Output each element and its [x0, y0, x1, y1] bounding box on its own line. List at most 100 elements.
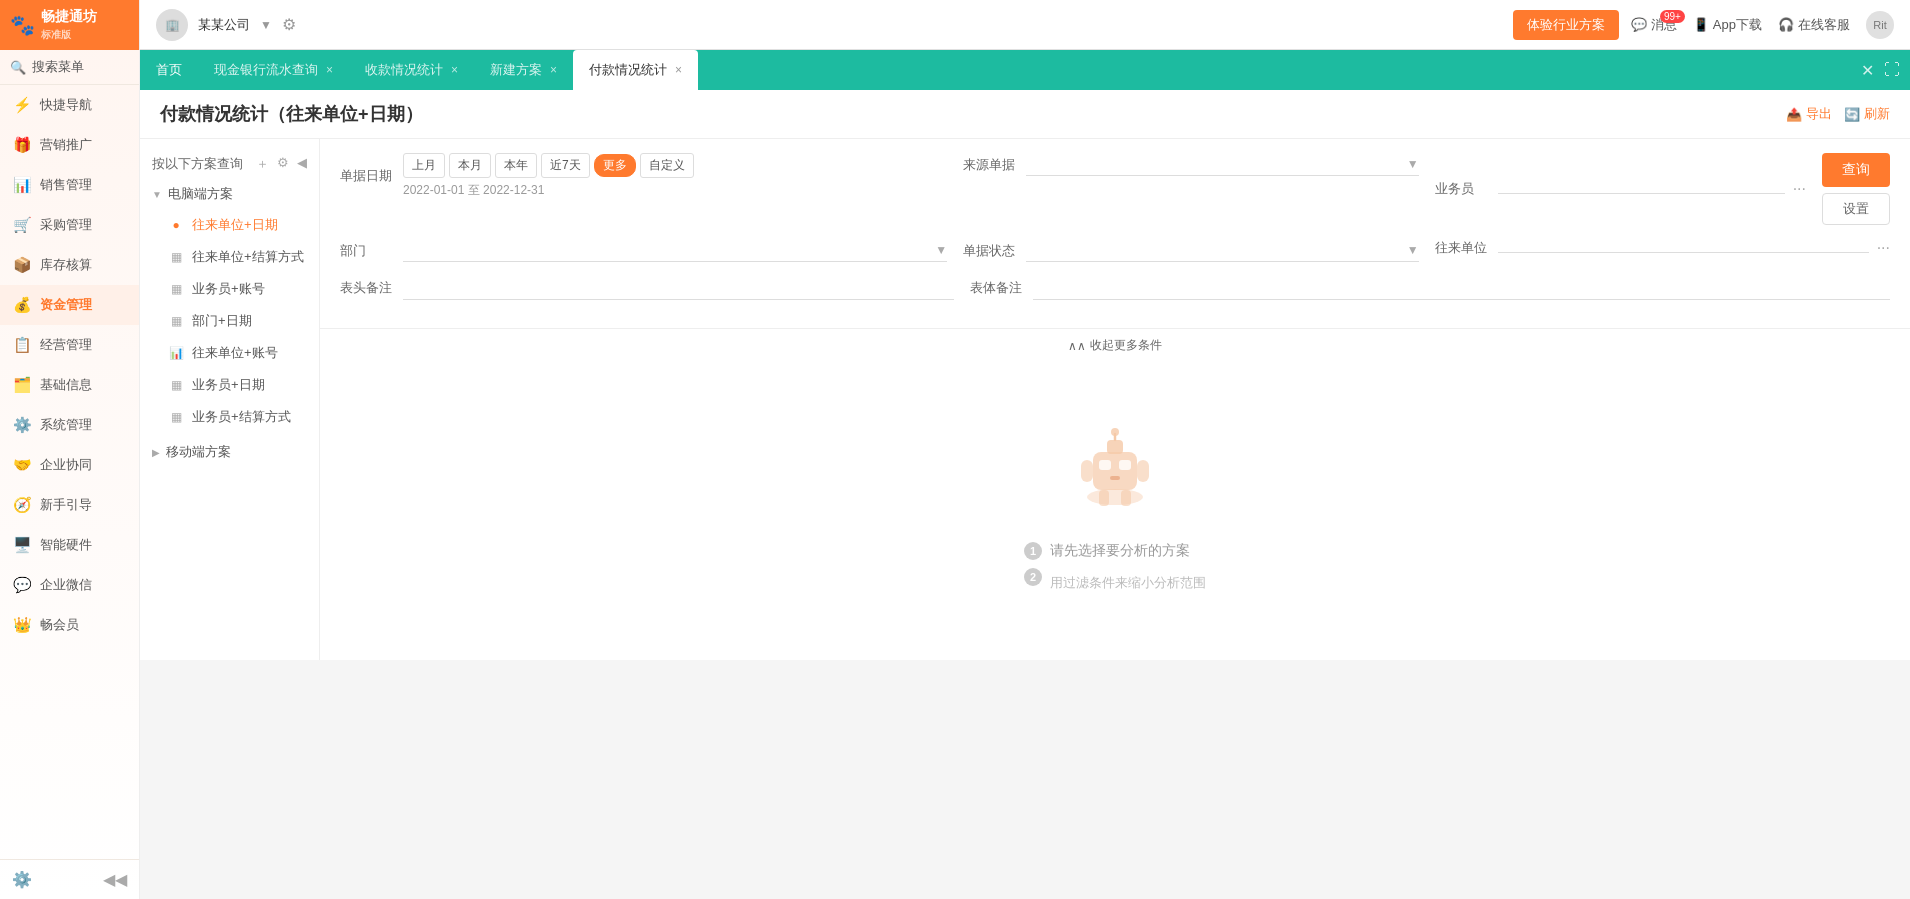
sidebar-menu: ⚡ 快捷导航 🎁 营销推广 📊 销售管理 🛒 采购管理 📦 库存核算 💰 资金管…	[0, 85, 139, 859]
dept-dropdown-arrow: ▼	[935, 243, 947, 257]
new-scheme-tab-close[interactable]: ×	[550, 63, 557, 77]
voucher-status-select[interactable]: ▼	[1026, 239, 1418, 262]
online-service-item[interactable]: 🎧 在线客服	[1778, 16, 1850, 34]
new-scheme-tab-label: 新建方案	[490, 61, 542, 79]
app-download-item[interactable]: 📱 App下载	[1693, 16, 1762, 34]
staff-dots-icon[interactable]: ···	[1793, 180, 1806, 198]
tab-home[interactable]: 首页	[140, 50, 198, 90]
scheme-item-unit-date[interactable]: ● 往来单位+日期	[140, 209, 319, 241]
date-btn-7days[interactable]: 近7天	[541, 153, 590, 178]
tab-close-all-icon[interactable]: ✕	[1861, 61, 1874, 80]
partner-dots-icon[interactable]: ···	[1877, 239, 1890, 257]
settings-icon[interactable]: ⚙	[282, 15, 296, 34]
date-btn-custom[interactable]: 自定义	[640, 153, 694, 178]
mobile-scheme-group: ▶ 移动端方案	[140, 437, 319, 467]
search-menu[interactable]: 🔍 搜索菜单	[0, 50, 139, 85]
weixin-icon: 💬	[12, 575, 32, 595]
scheme-item-unit-settle[interactable]: ▦ 往来单位+结算方式	[140, 241, 319, 273]
pc-scheme-title[interactable]: ▼ 电脑端方案	[140, 179, 319, 209]
sidebar-item-label: 新手引导	[40, 496, 92, 514]
sidebar-item-guide[interactable]: 🧭 新手引导	[0, 485, 139, 525]
date-btn-more[interactable]: 更多	[594, 154, 636, 177]
bank-tab-close[interactable]: ×	[326, 63, 333, 77]
trial-button[interactable]: 体验行业方案	[1513, 10, 1619, 40]
tab-new-scheme[interactable]: 新建方案 ×	[474, 50, 573, 90]
setting-button[interactable]: 设置	[1822, 193, 1890, 225]
sidebar-item-finance[interactable]: 💰 资金管理	[0, 285, 139, 325]
sidebar-item-operations[interactable]: 📋 经营管理	[0, 325, 139, 365]
date-btn-last-month[interactable]: 上月	[403, 153, 445, 178]
partner-select[interactable]	[1498, 244, 1869, 253]
tab-maximize-icon[interactable]: ⛶	[1884, 61, 1900, 79]
sidebar-item-purchase[interactable]: 🛒 采购管理	[0, 205, 139, 245]
sidebar-item-weixin[interactable]: 💬 企业微信	[0, 565, 139, 605]
top-bar-right: 💬 消息 99+ 📱 App下载 🎧 在线客服 Rit	[1631, 11, 1894, 39]
sidebar: 🐾 畅捷通坊 标准版 🔍 搜索菜单 ⚡ 快捷导航 🎁 营销推广 📊 销售管理 🛒…	[0, 0, 140, 899]
company-avatar: 🏢	[156, 9, 188, 41]
svg-rect-10	[1099, 490, 1109, 506]
mobile-icon: 📱	[1693, 17, 1709, 32]
source-label: 来源单据	[963, 156, 1018, 174]
date-label: 单据日期	[340, 167, 395, 185]
empty-steps: 1 请先选择要分析的方案 2 用过滤条件来缩小分析范围	[1024, 542, 1206, 600]
header-note-input[interactable]	[403, 276, 954, 300]
step-2-num: 2	[1024, 568, 1042, 586]
sidebar-item-marketing[interactable]: 🎁 营销推广	[0, 125, 139, 165]
refresh-button[interactable]: 🔄 刷新	[1844, 105, 1890, 123]
scheme-table-icon2: ▦	[168, 281, 184, 297]
scheme-settings-icon[interactable]: ⚙	[277, 155, 289, 173]
sidebar-item-basic-info[interactable]: 🗂️ 基础信息	[0, 365, 139, 405]
filter-group-staff: 业务员 ··· 查询 设置	[1435, 153, 1890, 225]
sidebar-item-label: 资金管理	[40, 296, 92, 314]
filter-sidebar-title: 按以下方案查询	[152, 155, 243, 173]
scheme-item-dept-date[interactable]: ▦ 部门+日期	[140, 305, 319, 337]
collection-tab-close[interactable]: ×	[451, 63, 458, 77]
step-1-num: 1	[1024, 542, 1042, 560]
body-note-input[interactable]	[1033, 276, 1890, 300]
sidebar-item-label: 营销推广	[40, 136, 92, 154]
filter-group-date: 单据日期 上月 本月 本年 近7天 更多 自定义 20	[340, 153, 947, 199]
settings-bottom-icon[interactable]: ⚙️	[12, 870, 32, 889]
sidebar-item-quick-nav[interactable]: ⚡ 快捷导航	[0, 85, 139, 125]
payment-tab-close[interactable]: ×	[675, 63, 682, 77]
sidebar-item-cooperation[interactable]: 🤝 企业协同	[0, 445, 139, 485]
collapse-bar[interactable]: ∧∧ 收起更多条件	[320, 328, 1910, 362]
tab-bar-right: ✕ ⛶	[1851, 50, 1910, 90]
sidebar-item-label: 销售管理	[40, 176, 92, 194]
add-scheme-icon[interactable]: ＋	[256, 155, 269, 173]
inventory-icon: 📦	[12, 255, 32, 275]
staff-select[interactable]	[1498, 185, 1785, 194]
sidebar-item-system[interactable]: ⚙️ 系统管理	[0, 405, 139, 445]
sidebar-item-inventory[interactable]: 📦 库存核算	[0, 245, 139, 285]
export-button[interactable]: 📤 导出	[1786, 105, 1832, 123]
dept-select[interactable]: ▼	[403, 239, 947, 262]
page-title: 付款情况统计（往来单位+日期）	[160, 102, 423, 126]
collapse-sidebar-panel-icon[interactable]: ◀	[297, 155, 307, 173]
user-profile[interactable]: Rit	[1866, 11, 1894, 39]
mobile-scheme-title[interactable]: ▶ 移动端方案	[140, 437, 319, 467]
sidebar-item-sales[interactable]: 📊 销售管理	[0, 165, 139, 205]
voucher-status-arrow: ▼	[1407, 243, 1419, 257]
tab-payment[interactable]: 付款情况统计 ×	[573, 50, 698, 90]
page-header-actions: 📤 导出 🔄 刷新	[1786, 105, 1890, 123]
collapse-sidebar-icon[interactable]: ◀◀	[103, 870, 127, 889]
notifications-item[interactable]: 💬 消息 99+	[1631, 16, 1677, 34]
scheme-item-staff-account[interactable]: ▦ 业务员+账号	[140, 273, 319, 305]
sidebar-item-vip[interactable]: 👑 畅会员	[0, 605, 139, 645]
scheme-item-staff-date[interactable]: ▦ 业务员+日期	[140, 369, 319, 401]
filter-sidebar-header-icons: ＋ ⚙ ◀	[256, 155, 307, 173]
scheme-item-label: 往来单位+日期	[192, 216, 278, 234]
tab-bank[interactable]: 现金银行流水查询 ×	[198, 50, 349, 90]
scheme-item-label: 往来单位+结算方式	[192, 248, 304, 266]
query-button[interactable]: 查询	[1822, 153, 1890, 187]
mobile-scheme-label: 移动端方案	[166, 443, 231, 461]
sidebar-item-hardware[interactable]: 🖥️ 智能硬件	[0, 525, 139, 565]
date-btn-this-month[interactable]: 本月	[449, 153, 491, 178]
source-select[interactable]: ▼	[1026, 153, 1418, 176]
scheme-item-unit-account[interactable]: 📊 往来单位+账号	[140, 337, 319, 369]
tab-collection[interactable]: 收款情况统计 ×	[349, 50, 474, 90]
scheme-item-staff-settle[interactable]: ▦ 业务员+结算方式	[140, 401, 319, 433]
company-dropdown-icon[interactable]: ▼	[260, 18, 272, 32]
date-btn-this-year[interactable]: 本年	[495, 153, 537, 178]
staff-label: 业务员	[1435, 180, 1490, 198]
